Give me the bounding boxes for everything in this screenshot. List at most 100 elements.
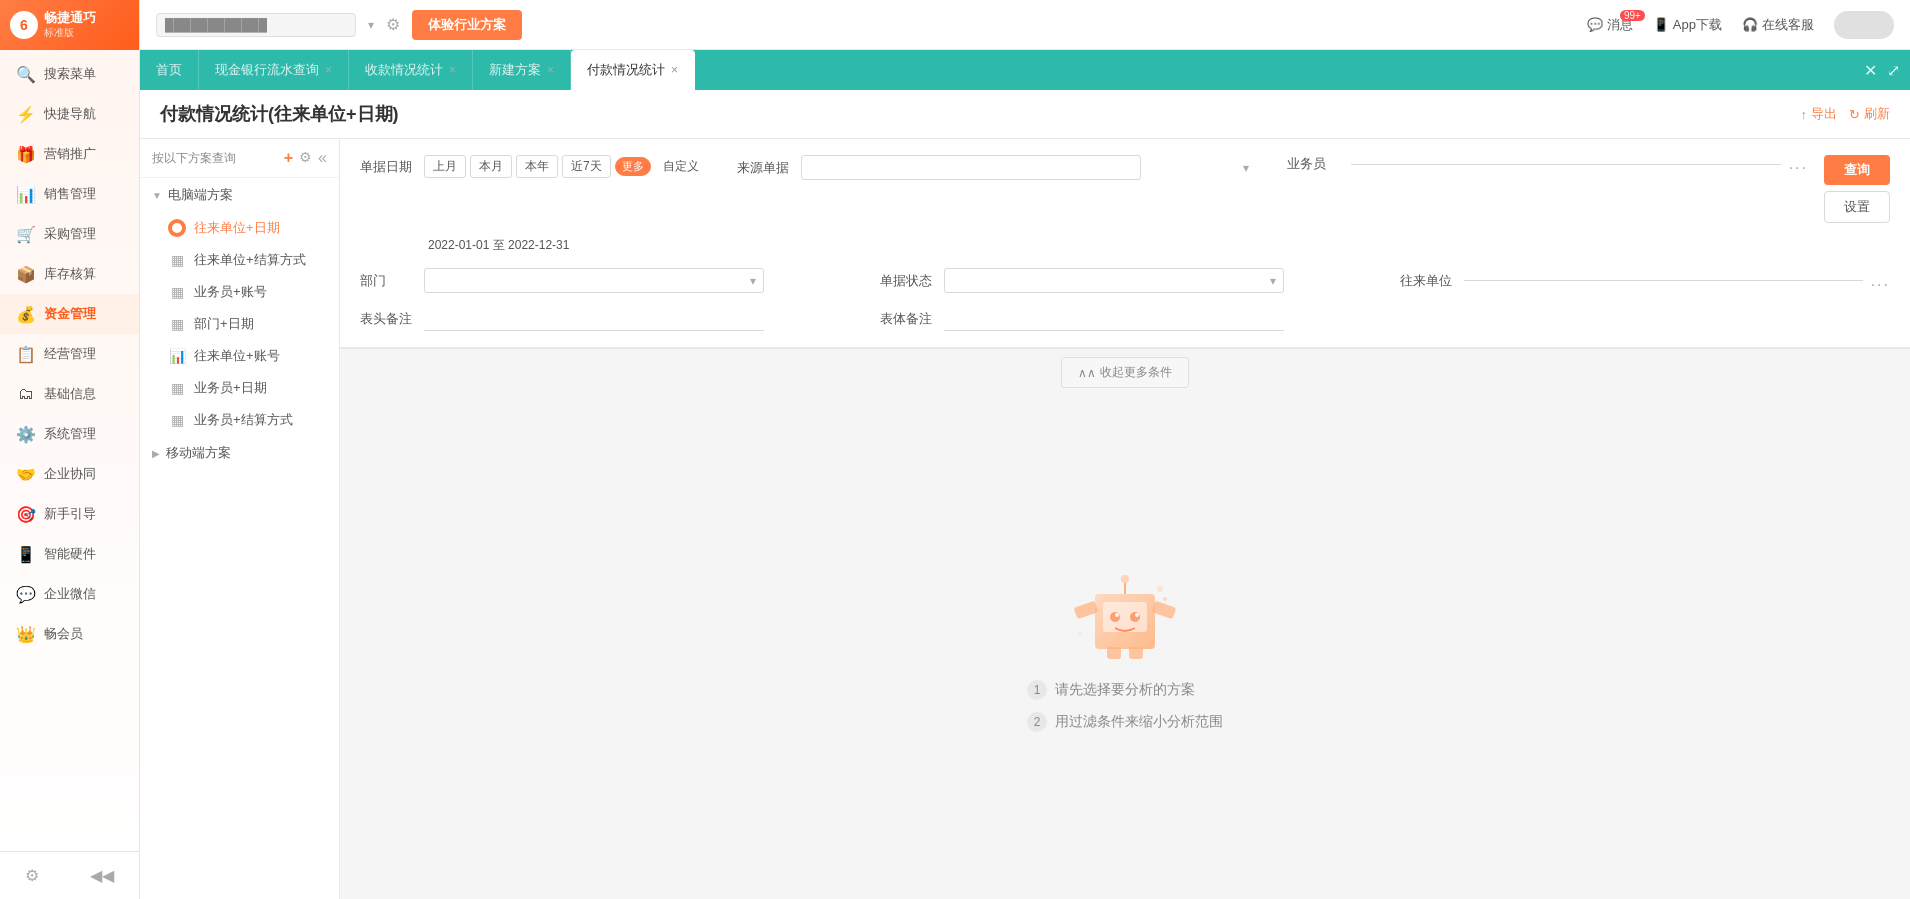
tab-new-plan-close[interactable]: × xyxy=(547,63,554,77)
status-select-wrap xyxy=(944,268,1284,293)
tab-payment-stats[interactable]: 付款情况统计 × xyxy=(571,50,695,90)
tab-receipt-stats-close[interactable]: × xyxy=(449,63,456,77)
date-range-display: 2022-01-01 至 2022-12-31 xyxy=(360,237,1890,254)
left-panel: 按以下方案查询 + ⚙ « ▼ 电脑端方案 xyxy=(140,139,340,899)
sidebar-collapse-icon[interactable]: ◀◀ xyxy=(82,862,122,889)
sidebar-item-hardware[interactable]: 📱智能硬件 xyxy=(0,534,139,574)
app-subtitle: 标准版 xyxy=(44,26,96,40)
date-btn-7days[interactable]: 近7天 xyxy=(562,155,611,178)
topbar-service[interactable]: 🎧 在线客服 xyxy=(1742,16,1814,34)
status-select[interactable] xyxy=(944,268,1284,293)
sidebar-item-marketing[interactable]: 🎁营销推广 xyxy=(0,134,139,174)
enterprise-icon: 🤝 xyxy=(16,464,36,484)
schema-item-partner-settlement[interactable]: ▦ 往来单位+结算方式 xyxy=(140,244,339,276)
header-note-input[interactable] xyxy=(424,307,764,331)
sidebar-item-newbie[interactable]: 🎯新手引导 xyxy=(0,494,139,534)
date-btn-this-year[interactable]: 本年 xyxy=(516,155,558,178)
svg-rect-9 xyxy=(1107,647,1121,659)
date-btn-custom[interactable]: 自定义 xyxy=(655,156,707,177)
tabs-close-all-icon[interactable]: ✕ xyxy=(1864,61,1877,80)
topbar-app-download[interactable]: 📱 App下载 xyxy=(1653,16,1722,34)
topbar-chevron-icon[interactable]: ▾ xyxy=(368,18,374,32)
export-label: 导出 xyxy=(1811,105,1837,123)
vip-icon: 👑 xyxy=(16,624,36,644)
wechat-icon: 💬 xyxy=(16,584,36,604)
header-note-label: 表头备注 xyxy=(360,310,416,328)
tab-payment-stats-label: 付款情况统计 xyxy=(587,61,665,79)
date-btn-more[interactable]: 更多 xyxy=(615,157,651,176)
sidebar-item-label: 新手引导 xyxy=(44,505,96,523)
sidebar-footer: ⚙ ◀◀ xyxy=(0,851,139,899)
tab-payment-stats-close[interactable]: × xyxy=(671,63,678,77)
tab-receipt-stats[interactable]: 收款情况统计 × xyxy=(349,50,473,90)
partner-input-area[interactable] xyxy=(1464,280,1863,281)
source-select[interactable] xyxy=(801,155,1141,180)
left-panel-header: 按以下方案查询 + ⚙ « xyxy=(140,139,339,178)
schema-group-mobile-label: 移动端方案 xyxy=(166,444,231,462)
tab-bank-flow[interactable]: 现金银行流水查询 × xyxy=(199,50,349,90)
schema-item-staff-settlement[interactable]: ▦ 业务员+结算方式 xyxy=(140,404,339,436)
system-icon: ⚙️ xyxy=(16,424,36,444)
right-content: 单据日期 上月 本月 本年 近7天 更多 自定义 xyxy=(340,139,1910,899)
filter-row-2: 部门 单据状态 xyxy=(360,268,1890,293)
left-panel-gear-btn[interactable]: ⚙ xyxy=(299,149,312,167)
body-note-input[interactable] xyxy=(944,307,1284,331)
tabs-expand-icon[interactable]: ⤢ xyxy=(1887,61,1900,80)
sidebar-item-vip[interactable]: 👑畅会员 xyxy=(0,614,139,654)
tab-home[interactable]: 首页 xyxy=(140,50,199,90)
refresh-btn[interactable]: ↻ 刷新 xyxy=(1849,105,1890,123)
msg-badge: 99+ xyxy=(1620,10,1645,21)
sidebar-item-sales[interactable]: 📊销售管理 xyxy=(0,174,139,214)
topbar-right: 💬 消息 99+ 📱 App下载 🎧 在线客服 xyxy=(1587,11,1894,39)
user-avatar[interactable] xyxy=(1834,11,1894,39)
sidebar-settings-icon[interactable]: ⚙ xyxy=(17,862,47,889)
trial-btn[interactable]: 体验行业方案 xyxy=(412,10,522,40)
staff-input-area[interactable] xyxy=(1351,164,1780,165)
schema-item-partner-date[interactable]: 往来单位+日期 xyxy=(140,212,339,244)
left-panel-collapse-btn[interactable]: « xyxy=(318,149,327,167)
schema-group-mobile-header[interactable]: ▶ 移动端方案 xyxy=(140,436,339,470)
sidebar-item-quick-nav[interactable]: ⚡快捷导航 xyxy=(0,94,139,134)
left-panel-title: 按以下方案查询 xyxy=(152,150,236,167)
sidebar-item-wechat[interactable]: 💬企业微信 xyxy=(0,574,139,614)
query-btn[interactable]: 查询 xyxy=(1824,155,1890,185)
sidebar-item-purchase[interactable]: 🛒采购管理 xyxy=(0,214,139,254)
schema-group-pc-header[interactable]: ▼ 电脑端方案 xyxy=(140,178,339,212)
tab-receipt-stats-label: 收款情况统计 xyxy=(365,61,443,79)
date-btn-last-month[interactable]: 上月 xyxy=(424,155,466,178)
dept-select[interactable] xyxy=(424,268,764,293)
tab-new-plan[interactable]: 新建方案 × xyxy=(473,50,571,90)
sidebar-item-label: 基础信息 xyxy=(44,385,96,403)
export-btn[interactable]: ↑ 导出 xyxy=(1801,105,1838,123)
sidebar-item-inventory[interactable]: 📦库存核算 xyxy=(0,254,139,294)
staff-dots[interactable]: ... xyxy=(1789,155,1808,173)
sidebar-item-capital[interactable]: 💰资金管理 xyxy=(0,294,139,334)
sidebar-item-system[interactable]: ⚙️系统管理 xyxy=(0,414,139,454)
sidebar-item-label: 经营管理 xyxy=(44,345,96,363)
sidebar-item-search-menu[interactable]: 🔍搜索菜单 xyxy=(0,54,139,94)
schema-item-label: 业务员+结算方式 xyxy=(194,411,293,429)
schema-item-partner-account[interactable]: 📊 往来单位+账号 xyxy=(140,340,339,372)
schema-item-staff-account[interactable]: ▦ 业务员+账号 xyxy=(140,276,339,308)
date-btn-this-month[interactable]: 本月 xyxy=(470,155,512,178)
settings-btn[interactable]: 设置 xyxy=(1824,191,1890,223)
sidebar-item-label: 库存核算 xyxy=(44,265,96,283)
schema-item-table-icon: ▦ xyxy=(168,411,186,429)
filter-source-cell: 来源单据 xyxy=(707,155,1258,180)
partner-dots[interactable]: ... xyxy=(1871,272,1890,290)
collapse-btn[interactable]: ∧∧ 收起更多条件 xyxy=(1061,357,1189,388)
schema-item-dept-date[interactable]: ▦ 部门+日期 xyxy=(140,308,339,340)
sidebar-item-ops[interactable]: 📋 经营管理 xyxy=(0,334,139,374)
sidebar-item-enterprise[interactable]: 🤝企业协同 xyxy=(0,454,139,494)
main-area: ████████████ ▾ ⚙ 体验行业方案 💬 消息 99+ 📱 App下载… xyxy=(140,0,1910,899)
topbar-gear-icon[interactable]: ⚙ xyxy=(386,15,400,34)
schema-item-staff-date[interactable]: ▦ 业务员+日期 xyxy=(140,372,339,404)
topbar-msg[interactable]: 💬 消息 99+ xyxy=(1587,16,1633,34)
sidebar: 6 畅捷通巧 标准版 🔍搜索菜单⚡快捷导航🎁营销推广📊销售管理🛒采购管理📦库存核… xyxy=(0,0,140,899)
ops-icon: 📋 xyxy=(16,344,36,364)
sidebar-item-basic[interactable]: 🗂基础信息 xyxy=(0,374,139,414)
tab-bank-flow-close[interactable]: × xyxy=(325,63,332,77)
empty-tips: 1 请先选择要分析的方案 2 用过滤条件来缩小分析范围 xyxy=(1027,680,1223,732)
schema-item-table-icon: ▦ xyxy=(168,379,186,397)
left-panel-add-btn[interactable]: + xyxy=(284,149,293,167)
